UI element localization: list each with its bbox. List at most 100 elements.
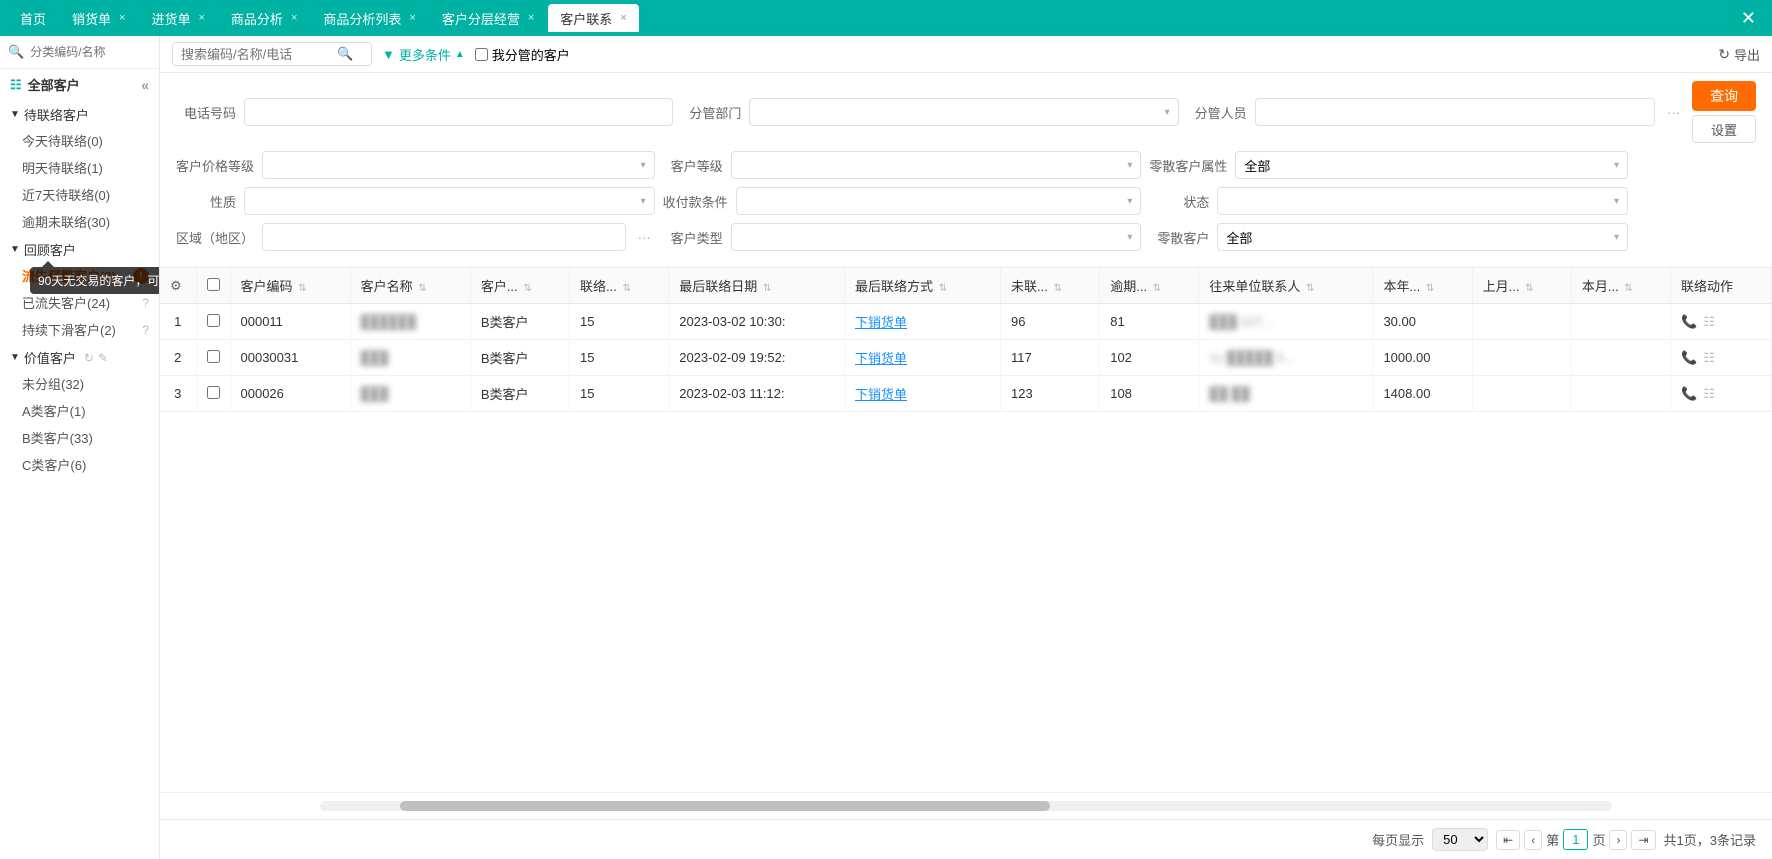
sort-lm-icon[interactable]: ⇅ (1525, 283, 1533, 294)
sidebar-item-declining[interactable]: 持续下滑客户(2) ? (0, 316, 159, 343)
col-settings[interactable]: ⚙ (160, 268, 196, 304)
sidebar-all-customers[interactable]: ☷ 全部客户 « (0, 69, 159, 100)
zero-customer-select[interactable]: 全部 ▾ (1217, 223, 1628, 251)
sort-type-icon[interactable]: ⇅ (523, 283, 531, 294)
row-this-month (1571, 376, 1670, 412)
customer-grade-select[interactable]: ▾ (731, 151, 1142, 179)
refresh-icon-value[interactable]: ↻ (84, 351, 94, 365)
row-last-method[interactable]: 下销货单 (844, 304, 1000, 340)
row-checkbox-cell[interactable] (196, 376, 230, 412)
payment-select[interactable]: ▾ (736, 187, 1142, 215)
price-grade-select[interactable]: ▾ (262, 151, 655, 179)
sidebar-item-ungrouped[interactable]: 未分组(32) (0, 370, 159, 397)
row-checkbox[interactable] (207, 386, 220, 399)
contact-icon[interactable]: 📞 (1681, 350, 1697, 366)
sort-tm-icon[interactable]: ⇅ (1624, 283, 1632, 294)
sidebar-item-today-pending[interactable]: 今天待联络(0) (0, 127, 159, 154)
select-all-checkbox[interactable] (207, 278, 220, 291)
filter-search-input[interactable] (181, 47, 331, 62)
region-input[interactable] (262, 223, 626, 251)
export-button[interactable]: ↻ 导出 (1718, 45, 1760, 64)
filter-more-button[interactable]: ▼ 更多条件 ▲ (382, 45, 465, 64)
sort-cp-icon[interactable]: ⇅ (1306, 283, 1314, 294)
sort-od-icon[interactable]: ⇅ (1153, 283, 1161, 294)
scroll-thumb[interactable] (400, 801, 1050, 811)
edit-icon-value[interactable]: ✎ (98, 351, 108, 365)
contact-icon[interactable]: 📞 (1681, 314, 1697, 330)
row-checkbox[interactable] (207, 314, 220, 327)
app-close-button[interactable]: ✕ (1733, 8, 1764, 29)
contact-icon[interactable]: 📞 (1681, 386, 1697, 402)
sort-code-icon[interactable]: ⇅ (298, 283, 306, 294)
sort-name-icon[interactable]: ⇅ (418, 283, 426, 294)
sidebar-collapse-button[interactable]: « (141, 77, 149, 93)
row-checkbox-cell[interactable] (196, 340, 230, 376)
row-name: ██████ (350, 304, 470, 340)
tab-purchase[interactable]: 进货单 × (139, 4, 216, 32)
sort-method-icon[interactable]: ⇅ (939, 283, 947, 294)
sort-date-icon[interactable]: ⇅ (763, 283, 771, 294)
gear-icon[interactable]: ⚙ (170, 278, 182, 293)
manager-ellipsis[interactable]: ··· (1663, 105, 1684, 120)
tab-purchase-close[interactable]: × (198, 12, 204, 24)
tab-goods-analysis-close[interactable]: × (291, 12, 297, 24)
tab-goods-list-close[interactable]: × (409, 12, 415, 24)
sidebar-item-overdue-pending[interactable]: 逾期未联络(30) (0, 208, 159, 235)
tab-customer-contact-close[interactable]: × (620, 12, 626, 24)
tab-customer-layer[interactable]: 客户分层经营 × (430, 4, 546, 32)
gender-select[interactable]: ▾ (244, 187, 655, 215)
horizontal-scrollbar[interactable] (320, 801, 1612, 811)
sort-ty-icon[interactable]: ⇅ (1426, 283, 1434, 294)
tab-sales[interactable]: 销货单 × (60, 4, 137, 32)
sidebar-item-week-pending[interactable]: 近7天待联络(0) (0, 181, 159, 208)
per-page-select[interactable]: 50 100 (1432, 828, 1488, 851)
sidebar-item-class-b[interactable]: B类客户(33) (0, 424, 159, 451)
churn-tooltip: 90天无交易的客户，可能有流失风险。 (30, 267, 160, 294)
sidebar-group-value[interactable]: ▼ 价值客户 ↻ ✎ (0, 343, 159, 370)
region-ellipsis[interactable]: ··· (634, 230, 655, 245)
customer-table: ⚙ 客户编码 ⇅ 客户名称 ⇅ 客户... ⇅ 联络... ⇅ 最后联络日期 ⇅… (160, 268, 1772, 412)
row-not-contacted: 96 (1001, 304, 1100, 340)
phone-input[interactable] (244, 98, 673, 126)
chevron-down-price: ▾ (641, 160, 646, 171)
query-button[interactable]: 查询 (1692, 81, 1756, 111)
my-customers-input[interactable] (475, 48, 488, 61)
customer-type-select[interactable]: ▾ (731, 223, 1142, 251)
tab-customer-layer-close[interactable]: × (528, 12, 534, 24)
row-code: 00030031 (230, 340, 350, 376)
refresh-icon: ↻ (1718, 46, 1730, 63)
sidebar-search-input[interactable] (30, 45, 160, 59)
settings-button[interactable]: 设置 (1692, 115, 1756, 143)
next-page-button[interactable]: › (1609, 830, 1627, 850)
row-last-method[interactable]: 下销货单 (844, 376, 1000, 412)
prev-page-button[interactable]: ‹ (1524, 830, 1542, 850)
sort-contact-icon[interactable]: ⇅ (622, 283, 630, 294)
sidebar-group-churn[interactable]: ▼ 回顾客户 (0, 235, 159, 262)
tab-home[interactable]: 首页 (8, 4, 58, 32)
row-checkbox[interactable] (207, 350, 220, 363)
more-action-icon[interactable]: ☷ (1703, 350, 1715, 366)
last-page-button[interactable]: ⇥ (1631, 830, 1655, 850)
sidebar-item-class-a[interactable]: A类客户(1) (0, 397, 159, 424)
row-checkbox-cell[interactable] (196, 304, 230, 340)
tab-goods-analysis[interactable]: 商品分析 × (219, 4, 309, 32)
more-action-icon[interactable]: ☷ (1703, 314, 1715, 330)
manager-input[interactable] (1255, 98, 1655, 126)
row-last-method[interactable]: 下销货单 (844, 340, 1000, 376)
dept-select[interactable]: ▾ (749, 98, 1178, 126)
tab-sales-close[interactable]: × (119, 12, 125, 24)
sidebar-item-class-c[interactable]: C类客户(6) (0, 451, 159, 478)
my-customers-checkbox[interactable]: 我分管的客户 (475, 45, 570, 64)
status-select[interactable]: ▾ (1217, 187, 1628, 215)
more-action-icon[interactable]: ☷ (1703, 386, 1715, 402)
zero-attr-select[interactable]: 全部 ▾ (1235, 151, 1628, 179)
sidebar-item-tomorrow-pending[interactable]: 明天待联络(1) (0, 154, 159, 181)
col-checkbox[interactable] (196, 268, 230, 304)
sidebar-group-pending[interactable]: ▼ 待联络客户 (0, 100, 159, 127)
row-overdue: 102 (1100, 340, 1199, 376)
tab-goods-list[interactable]: 商品分析列表 × (311, 4, 427, 32)
filter-search-box[interactable]: 🔍 (172, 42, 372, 66)
first-page-button[interactable]: ⇤ (1496, 830, 1520, 850)
sort-nc-icon[interactable]: ⇅ (1053, 283, 1061, 294)
tab-customer-contact[interactable]: 客户联系 × (548, 4, 638, 32)
